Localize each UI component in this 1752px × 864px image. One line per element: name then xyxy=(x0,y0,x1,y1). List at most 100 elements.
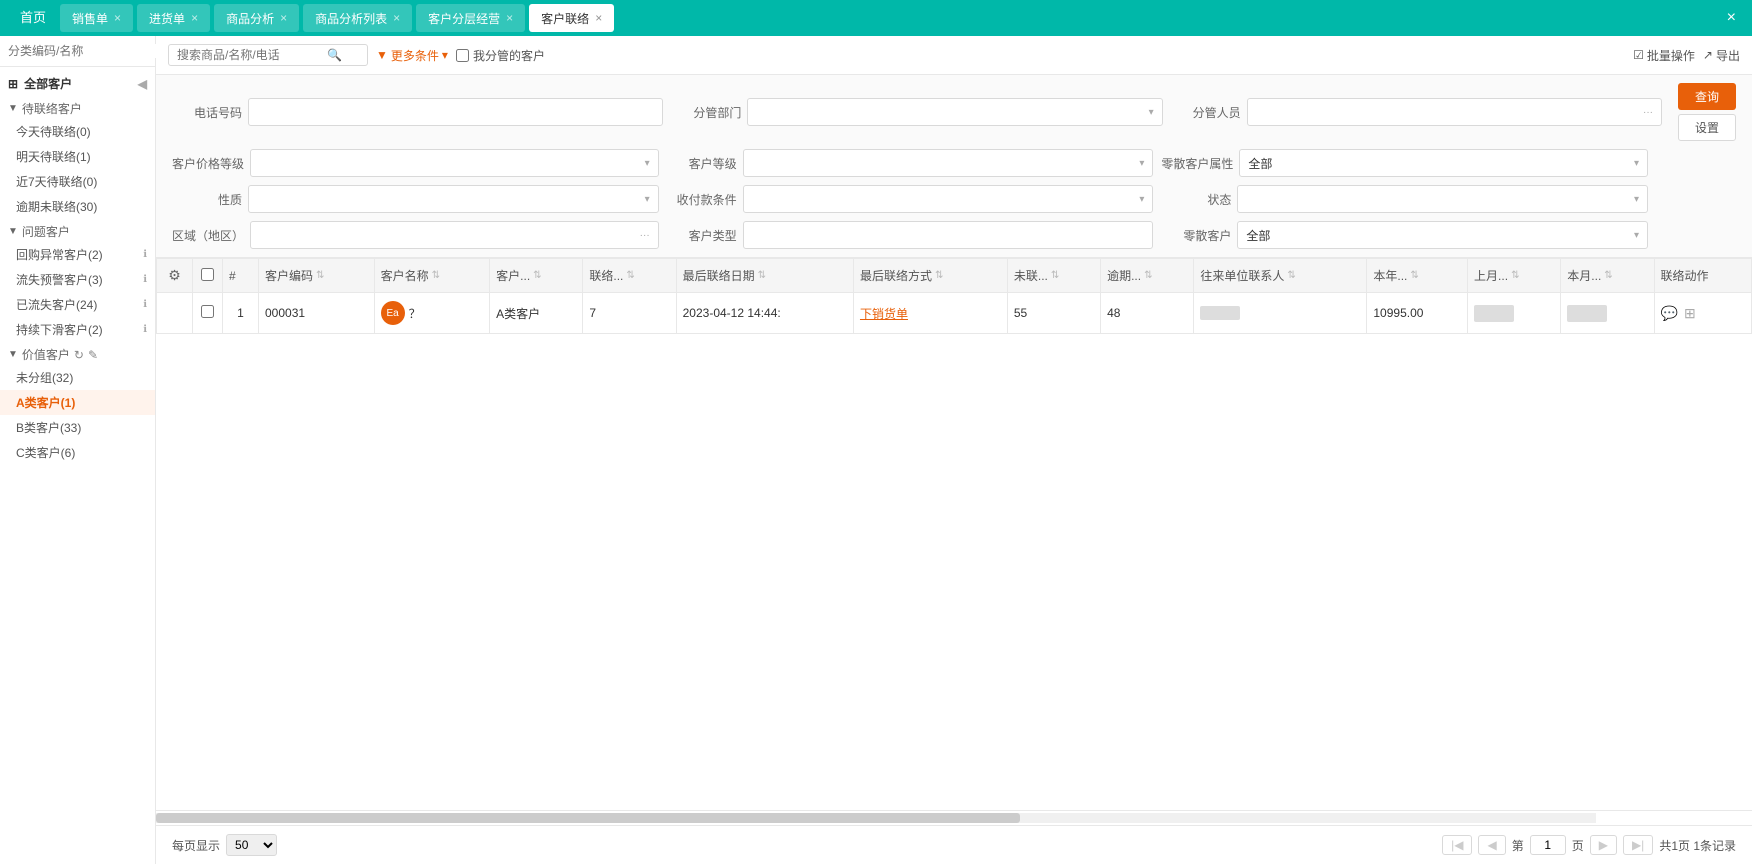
section-title-problem: 问题客户 xyxy=(22,223,70,240)
filter-search-icon[interactable]: 🔍 xyxy=(327,48,342,62)
row-name-container: Ea ？ xyxy=(381,301,484,325)
tab-close-purchase[interactable]: × xyxy=(191,11,198,25)
nav-home[interactable]: 首页 xyxy=(8,0,58,36)
sidebar-item-7days[interactable]: 近7天待联络(0) xyxy=(0,169,155,194)
row-num: 1 xyxy=(237,306,244,320)
row-check-cell[interactable] xyxy=(193,293,223,334)
sidebar-item-churn-warning[interactable]: 流失预警客户(3) ℹ xyxy=(0,267,155,292)
th-last-date[interactable]: 最后联络日期 ⇅ xyxy=(676,259,853,293)
field-payment-input[interactable]: ▾ xyxy=(743,185,1154,213)
sidebar-item-c-class[interactable]: C类客户(6) xyxy=(0,440,155,465)
row-last-method[interactable]: 下销货单 xyxy=(860,307,908,321)
row-history-contact-cell: RE . xyxy=(1194,293,1367,334)
total-records-label: 共1页 1条记录 xyxy=(1659,837,1736,854)
row-last-month-cell xyxy=(1468,293,1561,334)
th-checkbox[interactable] xyxy=(193,259,223,293)
query-button[interactable]: 查询 xyxy=(1678,83,1736,110)
link-action-icon[interactable]: ⊞ xyxy=(1684,305,1696,322)
field-retail-input[interactable]: 全部▾ xyxy=(1237,221,1648,249)
row-this-year: 10995.00 xyxy=(1373,306,1423,320)
row-checkbox[interactable] xyxy=(201,305,214,318)
nav-tab-customer-contact[interactable]: 客户联络 × xyxy=(529,4,614,32)
th-name[interactable]: 客户名称 ⇅ xyxy=(374,259,490,293)
tab-close-customer-segment[interactable]: × xyxy=(506,11,513,25)
sidebar-item-abnormal[interactable]: 回购异常客户(2) ℹ xyxy=(0,242,155,267)
th-last-method[interactable]: 最后联络方式 ⇅ xyxy=(853,259,1007,293)
table-footer: 每页显示 50 100 200 |◀ ◀ 第 页 ▶ ▶| 共1页 1条记录 xyxy=(156,825,1752,864)
field-manager-input[interactable]: ··· xyxy=(1247,98,1662,126)
th-type[interactable]: 客户... ⇅ xyxy=(490,259,583,293)
sidebar-item-unclassified[interactable]: 未分组(32) xyxy=(0,365,155,390)
per-page-select[interactable]: 50 100 200 xyxy=(226,834,277,856)
sidebar-item-today[interactable]: 今天待联络(0) xyxy=(0,119,155,144)
sidebar-item-declining[interactable]: 持续下滑客户(2) ℹ xyxy=(0,317,155,342)
th-this-year[interactable]: 本年... ⇅ xyxy=(1367,259,1468,293)
settings-gear-icon[interactable]: ⚙ xyxy=(168,267,181,283)
filter-search-input[interactable] xyxy=(177,48,327,62)
prev-page-button[interactable]: ◀ xyxy=(1478,835,1505,855)
sidebar-item-tomorrow[interactable]: 明天待联络(1) xyxy=(0,144,155,169)
th-code[interactable]: 客户编码 ⇅ xyxy=(259,259,375,293)
row-type-cell: A类客户 xyxy=(490,293,583,334)
first-page-button[interactable]: |◀ xyxy=(1442,835,1472,855)
field-status-input[interactable]: ▾ xyxy=(1237,185,1648,213)
th-settings[interactable]: ⚙ xyxy=(157,259,193,293)
row-action-icons: 💬 ⊞ xyxy=(1661,305,1745,322)
filter-more-conditions[interactable]: ▼ 更多条件 ▾ xyxy=(376,47,448,64)
field-retail-attr-input[interactable]: 全部▾ xyxy=(1239,149,1648,177)
sidebar-search-input[interactable] xyxy=(8,44,163,58)
field-customer-level-input[interactable]: ▾ xyxy=(743,149,1154,177)
my-customers-checkbox[interactable] xyxy=(456,49,469,62)
bulk-ops-button[interactable]: ☑ 批量操作 xyxy=(1633,47,1695,64)
row-no-contact-cell: 55 xyxy=(1007,293,1100,334)
advanced-filter: 电话号码 分管部门 ▾ 分管人员 ··· 查询 设置 xyxy=(156,75,1752,258)
field-nature-input[interactable]: ▾ xyxy=(248,185,659,213)
th-history-contact[interactable]: 往来单位联系人 ⇅ xyxy=(1194,259,1367,293)
export-button[interactable]: ↗ 导出 xyxy=(1703,47,1740,64)
th-this-month[interactable]: 本月... ⇅ xyxy=(1561,259,1654,293)
value-refresh-icon[interactable]: ↻ xyxy=(74,348,84,362)
section-arrow-value: ▼ xyxy=(8,349,18,360)
customer-table: ⚙ # 客户编码 ⇅ xyxy=(156,258,1752,334)
tab-close-sales[interactable]: × xyxy=(114,11,121,25)
field-dept-input[interactable]: ▾ xyxy=(747,98,1162,126)
my-customers-filter[interactable]: 我分管的客户 xyxy=(456,47,545,64)
select-all-checkbox[interactable] xyxy=(201,268,214,281)
value-edit-icon[interactable]: ✎ xyxy=(88,348,98,362)
nav-tab-analysis[interactable]: 商品分析 × xyxy=(214,4,299,32)
sidebar-item-a-class[interactable]: A类客户(1) xyxy=(0,390,155,415)
th-overdue[interactable]: 逾期... ⇅ xyxy=(1101,259,1194,293)
sidebar-item-overdue[interactable]: 逾期未联络(30) xyxy=(0,194,155,219)
setting-button[interactable]: 设置 xyxy=(1678,114,1736,141)
field-phone-input[interactable] xyxy=(248,98,663,126)
field-customer-type-input[interactable] xyxy=(743,221,1154,249)
field-price-level: 客户价格等级 ▾ xyxy=(172,149,659,177)
nav-tab-sales[interactable]: 销售单 × xyxy=(60,4,133,32)
adv-filter-row-4: 区域（地区） ··· 客户类型 零散客户 全部▾ xyxy=(172,221,1736,249)
field-price-level-input[interactable]: ▾ xyxy=(250,149,659,177)
message-action-icon[interactable]: 💬 xyxy=(1661,305,1678,322)
sidebar-item-b-class[interactable]: B类客户(33) xyxy=(0,415,155,440)
th-no-contact[interactable]: 未联... ⇅ xyxy=(1007,259,1100,293)
tab-close-analysis[interactable]: × xyxy=(280,11,287,25)
th-num-label: # xyxy=(229,269,236,283)
tab-close-customer-contact[interactable]: × xyxy=(595,11,602,25)
field-dept: 分管部门 ▾ xyxy=(671,98,1162,126)
field-region-input[interactable]: ··· xyxy=(250,221,659,249)
tab-close-analysis-list[interactable]: × xyxy=(393,11,400,25)
field-customer-level-label: 客户等级 xyxy=(667,155,737,172)
last-page-button[interactable]: ▶| xyxy=(1623,835,1653,855)
nav-tab-analysis-list[interactable]: 商品分析列表 × xyxy=(303,4,412,32)
page-number-input[interactable] xyxy=(1530,835,1566,855)
th-last-month[interactable]: 上月... ⇅ xyxy=(1468,259,1561,293)
sidebar-collapse-icon[interactable]: ◀ xyxy=(138,77,147,91)
nav-tab-purchase[interactable]: 进货单 × xyxy=(137,4,210,32)
next-page-button[interactable]: ▶ xyxy=(1590,835,1617,855)
nav-tab-customer-segment[interactable]: 客户分层经营 × xyxy=(416,4,525,32)
sidebar-item-churned[interactable]: 已流失客户(24) ℹ xyxy=(0,292,155,317)
all-customers-header[interactable]: ⊞ 全部客户 ◀ xyxy=(0,67,155,96)
tab-label-analysis-list: 商品分析列表 xyxy=(315,10,387,27)
field-price-level-label: 客户价格等级 xyxy=(172,155,244,172)
th-contact[interactable]: 联络... ⇅ xyxy=(583,259,676,293)
close-all-button[interactable]: × xyxy=(1719,9,1744,27)
